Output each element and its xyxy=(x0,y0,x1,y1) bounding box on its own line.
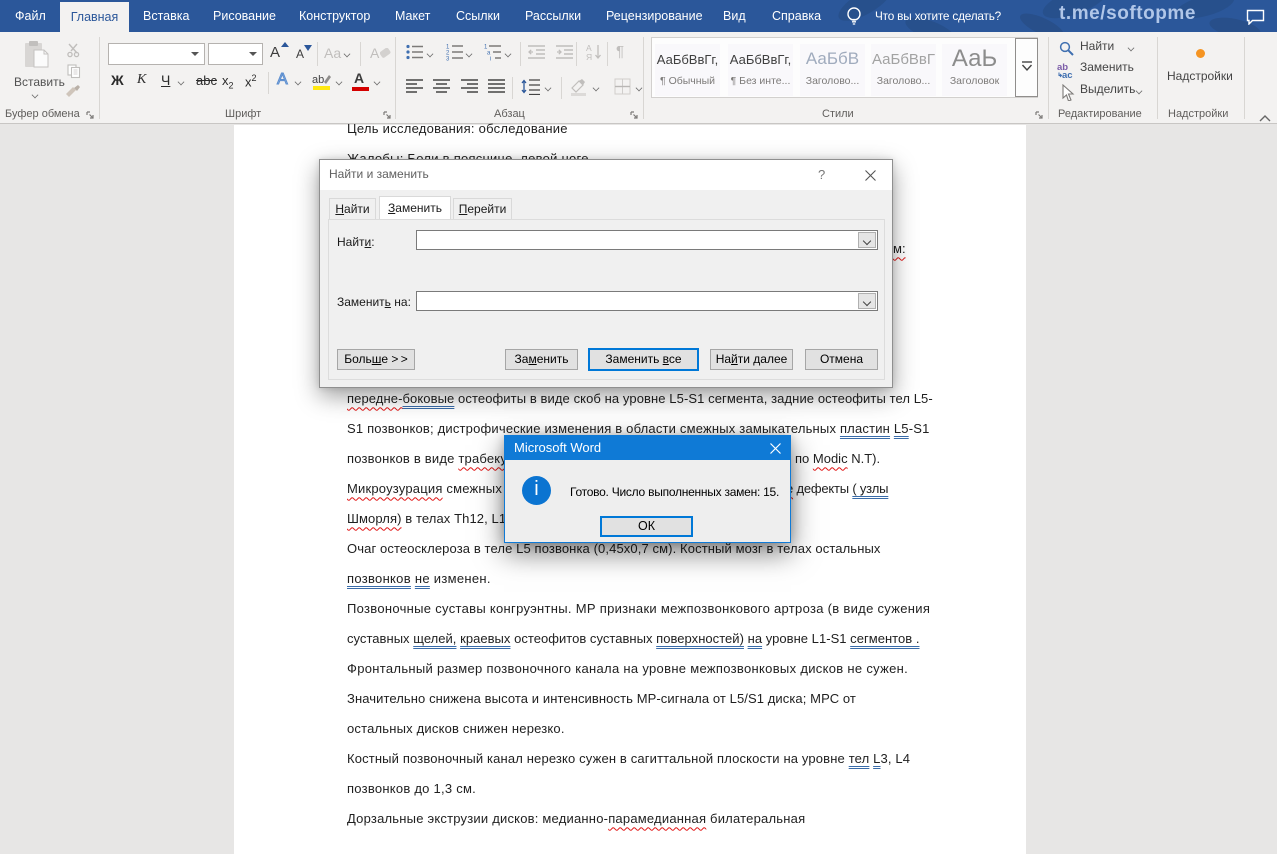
svg-text:ab: ab xyxy=(312,74,324,86)
svg-text:Я: Я xyxy=(586,52,592,61)
svg-text:3: 3 xyxy=(446,57,450,62)
svg-text:ac: ac xyxy=(1062,70,1073,79)
svg-text:i: i xyxy=(490,57,491,62)
